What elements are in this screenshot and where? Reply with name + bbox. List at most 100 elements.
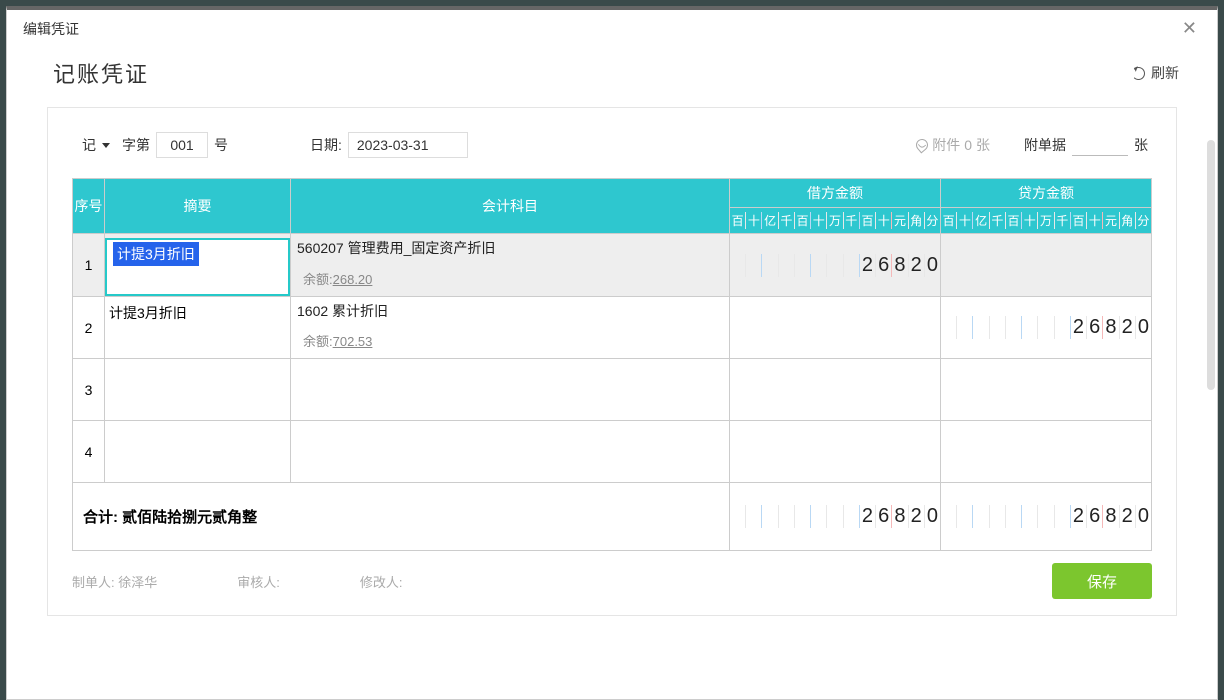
preparer-value: 徐泽华 (118, 575, 157, 590)
word-type-value: 记 (82, 135, 96, 155)
amount-digit (973, 316, 989, 339)
amount-digit (730, 505, 746, 528)
amount-digit: 0 (1136, 316, 1151, 339)
amount-digit: 0 (925, 254, 940, 277)
account-cell[interactable] (291, 359, 730, 421)
row-index: 1 (73, 234, 105, 297)
summary-cell[interactable]: 计提3月折旧 (105, 297, 291, 359)
account-cell[interactable] (291, 421, 730, 483)
save-button[interactable]: 保存 (1052, 563, 1152, 599)
amount-digit: 2 (860, 505, 876, 528)
amount-digit: 8 (892, 254, 908, 277)
paperclip-icon (914, 137, 931, 154)
table-row[interactable]: 2计提3月折旧1602 累计折旧余额:702.5326820 (73, 297, 1152, 359)
amount-digit (1022, 316, 1038, 339)
credit-amount[interactable] (941, 234, 1152, 297)
digit-header: 千 (990, 212, 1006, 229)
close-icon[interactable]: ✕ (1178, 18, 1201, 39)
receipt-unit: 张 (1134, 135, 1148, 155)
summary-cell[interactable] (105, 359, 291, 421)
debit-amount[interactable]: 26820 (730, 234, 941, 297)
voucher-card: 记 字第 号 日期: 附件 0 张 附单据 张 (47, 107, 1177, 616)
amount-digit (762, 505, 778, 528)
summary-text (105, 363, 290, 367)
digit-header: 元 (892, 212, 908, 229)
total-row: 合计: 贰佰陆拾捌元贰角整 26820 26820 (73, 483, 1152, 551)
amount-digit (811, 254, 827, 277)
preparer-label: 制单人: (72, 575, 115, 590)
date-input[interactable] (348, 132, 468, 158)
amount-digit: 2 (909, 505, 925, 528)
word-type-select[interactable]: 记 (76, 133, 116, 157)
digit-header: 千 (779, 212, 795, 229)
digit-header: 角 (909, 212, 925, 229)
amount-digit (844, 505, 860, 528)
account-main: 1602 累计折旧 (297, 301, 723, 321)
account-cell[interactable]: 1602 累计折旧余额:702.53 (291, 297, 730, 359)
page-title-row: 记账凭证 刷新 (7, 53, 1217, 107)
digit-header: 元 (1103, 212, 1119, 229)
page-title: 记账凭证 (53, 57, 149, 89)
attachment-info[interactable]: 附件 0 张 (916, 135, 990, 155)
amount-digit: 2 (1071, 316, 1087, 339)
digit-header: 亿 (973, 212, 989, 229)
table-row[interactable]: 1 计提3月折旧 560207 管理费用_固定资产折旧余额:268.2026820 (73, 234, 1152, 297)
attach-count: 0 (964, 137, 972, 153)
amount-digit (941, 505, 957, 528)
digit-header: 百 (860, 212, 876, 229)
credit-digit-headers: 百十亿千百十万千百十元角分 (941, 208, 1152, 234)
voucher-modal: 编辑凭证 ✕ 记账凭证 刷新 记 字第 号 日期: 附件 0 (6, 6, 1218, 700)
credit-amount[interactable] (941, 359, 1152, 421)
account-balance: 余额:702.53 (303, 331, 372, 350)
date-label: 日期: (310, 135, 342, 155)
col-account: 会计科目 (291, 179, 730, 234)
amount-digit: 2 (1120, 316, 1136, 339)
amount-digit (1055, 505, 1071, 528)
table-row[interactable]: 3 (73, 359, 1152, 421)
summary-text (105, 425, 290, 429)
digit-header: 分 (1136, 212, 1151, 229)
account-cell[interactable]: 560207 管理费用_固定资产折旧余额:268.20 (291, 234, 730, 297)
summary-cell[interactable] (105, 421, 291, 483)
row-index: 4 (73, 421, 105, 483)
amount-digit: 0 (925, 505, 940, 528)
digit-header: 百 (941, 212, 957, 229)
col-summary: 摘要 (105, 179, 291, 234)
amount-digit (990, 316, 1006, 339)
total-label: 合计: (83, 509, 118, 526)
debit-amount[interactable] (730, 421, 941, 483)
refresh-button[interactable]: 刷新 (1132, 63, 1179, 83)
word-label-prefix: 字第 (122, 135, 150, 155)
amount-digit (795, 254, 811, 277)
table-row[interactable]: 4 (73, 421, 1152, 483)
amount-digit (990, 505, 1006, 528)
credit-amount[interactable]: 26820 (941, 297, 1152, 359)
amount-digit: 6 (1087, 316, 1103, 339)
receipt-label: 附单据 (1024, 135, 1066, 155)
summary-text-selected[interactable]: 计提3月折旧 (113, 242, 199, 266)
digit-header: 十 (1022, 212, 1038, 229)
debit-digit-headers: 百十亿千百十万千百十元角分 (730, 208, 941, 234)
digit-header: 百 (1006, 212, 1022, 229)
attach-suffix: 张 (976, 135, 990, 155)
total-debit: 26820 (730, 483, 941, 551)
debit-amount[interactable] (730, 359, 941, 421)
amount-digit (779, 254, 795, 277)
summary-text: 计提3月折旧 (105, 301, 290, 325)
voucher-table: 序号 摘要 会计科目 借方金额 贷方金额 百十亿千百十万千百十元角分 百十亿千百… (72, 178, 1152, 551)
amount-digit: 8 (1103, 505, 1119, 528)
amount-digit (762, 254, 778, 277)
digit-header: 十 (1087, 212, 1103, 229)
digit-header: 亿 (762, 212, 778, 229)
receipt-input[interactable] (1072, 134, 1128, 156)
credit-amount[interactable] (941, 421, 1152, 483)
summary-cell[interactable]: 计提3月折旧 (105, 234, 291, 297)
total-credit: 26820 (941, 483, 1152, 551)
amount-digit: 8 (892, 505, 908, 528)
sequence-input[interactable] (156, 132, 208, 158)
attach-prefix: 附件 (932, 135, 960, 155)
scrollbar[interactable] (1207, 140, 1215, 390)
amount-digit: 6 (876, 254, 892, 277)
amount-digit (746, 254, 762, 277)
debit-amount[interactable] (730, 297, 941, 359)
